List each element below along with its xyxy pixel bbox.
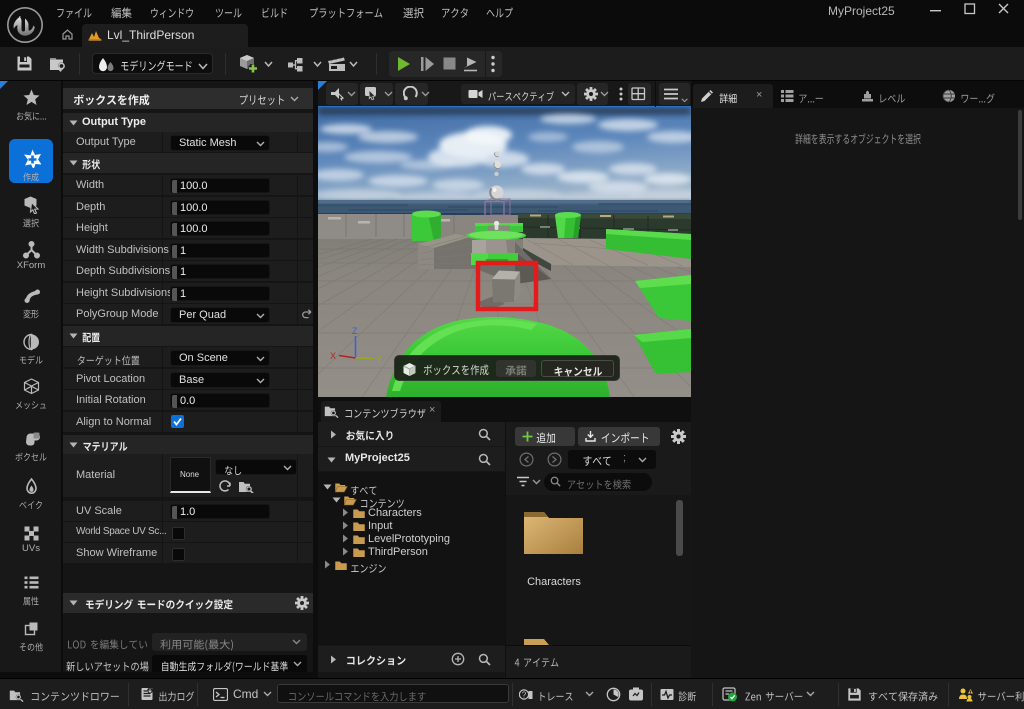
svg-text:Y: Y — [376, 354, 382, 364]
svg-text:Z: Z — [352, 326, 358, 336]
svg-text:?: ? — [522, 690, 527, 699]
svg-text:X: X — [330, 351, 336, 361]
